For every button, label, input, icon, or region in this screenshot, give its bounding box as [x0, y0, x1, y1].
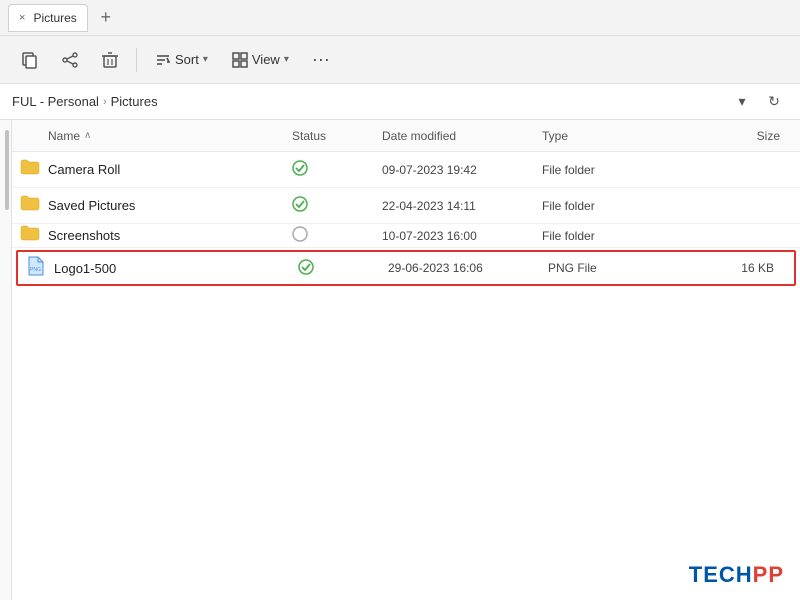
tab-area: × Pictures +	[8, 4, 120, 32]
view-button[interactable]: View ▾	[222, 42, 299, 78]
column-type[interactable]: Type	[542, 129, 662, 143]
main-area: Name ∧ Status Date modified Type Size Ca…	[0, 120, 800, 600]
column-status[interactable]: Status	[292, 129, 382, 143]
column-date-label: Date modified	[382, 129, 456, 143]
breadcrumb-separator: ›	[103, 96, 107, 108]
svg-text:PNG: PNG	[30, 267, 41, 273]
column-size-label: Size	[757, 129, 780, 143]
file-icon-cell	[12, 194, 48, 217]
watermark-part2: PP	[753, 562, 784, 587]
delete-button[interactable]	[92, 42, 128, 78]
address-actions: ▾ ↻	[728, 88, 788, 116]
file-rows-container: Camera Roll 09-07-2023 19:42 File folder…	[12, 152, 800, 286]
view-label: View	[252, 52, 280, 67]
copy-button[interactable]	[12, 42, 48, 78]
folder-icon	[20, 158, 40, 181]
new-tab-button[interactable]: +	[92, 4, 120, 32]
file-date-cell: 29-06-2023 16:06	[388, 261, 548, 275]
file-date-cell: 10-07-2023 16:00	[382, 229, 542, 243]
folder-icon	[20, 194, 40, 217]
column-status-label: Status	[292, 129, 326, 143]
file-icon-cell	[12, 158, 48, 181]
breadcrumb-part2: Pictures	[111, 94, 158, 109]
file-type-cell: File folder	[542, 163, 662, 177]
file-type-cell: File folder	[542, 229, 662, 243]
breadcrumb-dropdown-button[interactable]: ▾	[728, 88, 756, 116]
file-list-header: Name ∧ Status Date modified Type Size	[12, 120, 800, 152]
title-bar: × Pictures +	[0, 0, 800, 36]
refresh-button[interactable]: ↻	[760, 88, 788, 116]
tab-close-icon[interactable]: ×	[19, 12, 25, 24]
file-type-cell: PNG File	[548, 261, 668, 275]
column-name-sort-arrow: ∧	[84, 130, 91, 141]
sidebar-scrollbar[interactable]	[5, 130, 9, 210]
file-size-cell: 16 KB	[668, 261, 794, 275]
file-type-cell: File folder	[542, 199, 662, 213]
file-icon: PNG	[27, 256, 45, 281]
file-date-cell: 22-04-2023 14:11	[382, 199, 542, 213]
file-status-cell	[292, 196, 382, 215]
file-name-cell: Screenshots	[48, 228, 292, 243]
sort-dropdown-icon: ▾	[203, 54, 208, 65]
watermark: TECHPP	[689, 562, 784, 588]
table-row[interactable]: Screenshots 10-07-2023 16:00 File folder	[12, 224, 800, 248]
column-name[interactable]: Name ∧	[12, 129, 292, 143]
file-name-cell: Logo1-500	[54, 261, 298, 276]
sort-button[interactable]: Sort ▾	[145, 42, 218, 78]
view-dropdown-icon: ▾	[284, 54, 289, 65]
file-date-cell: 09-07-2023 19:42	[382, 163, 542, 177]
column-size[interactable]: Size	[662, 129, 800, 143]
file-icon-cell: PNG	[18, 256, 54, 281]
file-icon-cell	[12, 224, 48, 247]
breadcrumb-part1: FUL - Personal	[12, 94, 99, 109]
share-button[interactable]	[52, 42, 88, 78]
address-bar: FUL - Personal › Pictures ▾ ↻	[0, 84, 800, 120]
file-list: Name ∧ Status Date modified Type Size Ca…	[12, 120, 800, 600]
table-row[interactable]: Camera Roll 09-07-2023 19:42 File folder	[12, 152, 800, 188]
watermark-part1: TECH	[689, 562, 753, 587]
column-name-label: Name	[48, 129, 80, 143]
file-name-cell: Camera Roll	[48, 162, 292, 177]
breadcrumb[interactable]: FUL - Personal › Pictures	[12, 94, 720, 109]
more-button[interactable]: ···	[303, 42, 339, 78]
sort-label: Sort	[175, 52, 199, 67]
folder-icon	[20, 224, 40, 247]
file-status-cell	[298, 259, 388, 278]
table-row[interactable]: Saved Pictures 22-04-2023 14:11 File fol…	[12, 188, 800, 224]
column-type-label: Type	[542, 129, 568, 143]
table-row[interactable]: PNG Logo1-500 29-06-2023 16:06 PNG File …	[16, 250, 796, 286]
toolbar: Sort ▾ View ▾ ···	[0, 36, 800, 84]
file-name-cell: Saved Pictures	[48, 198, 292, 213]
sidebar	[0, 120, 12, 600]
file-status-cell	[292, 160, 382, 179]
toolbar-divider-1	[136, 48, 137, 72]
tab-label: Pictures	[33, 11, 76, 25]
file-status-cell	[292, 226, 382, 245]
column-date[interactable]: Date modified	[382, 129, 542, 143]
active-tab[interactable]: × Pictures	[8, 4, 88, 32]
